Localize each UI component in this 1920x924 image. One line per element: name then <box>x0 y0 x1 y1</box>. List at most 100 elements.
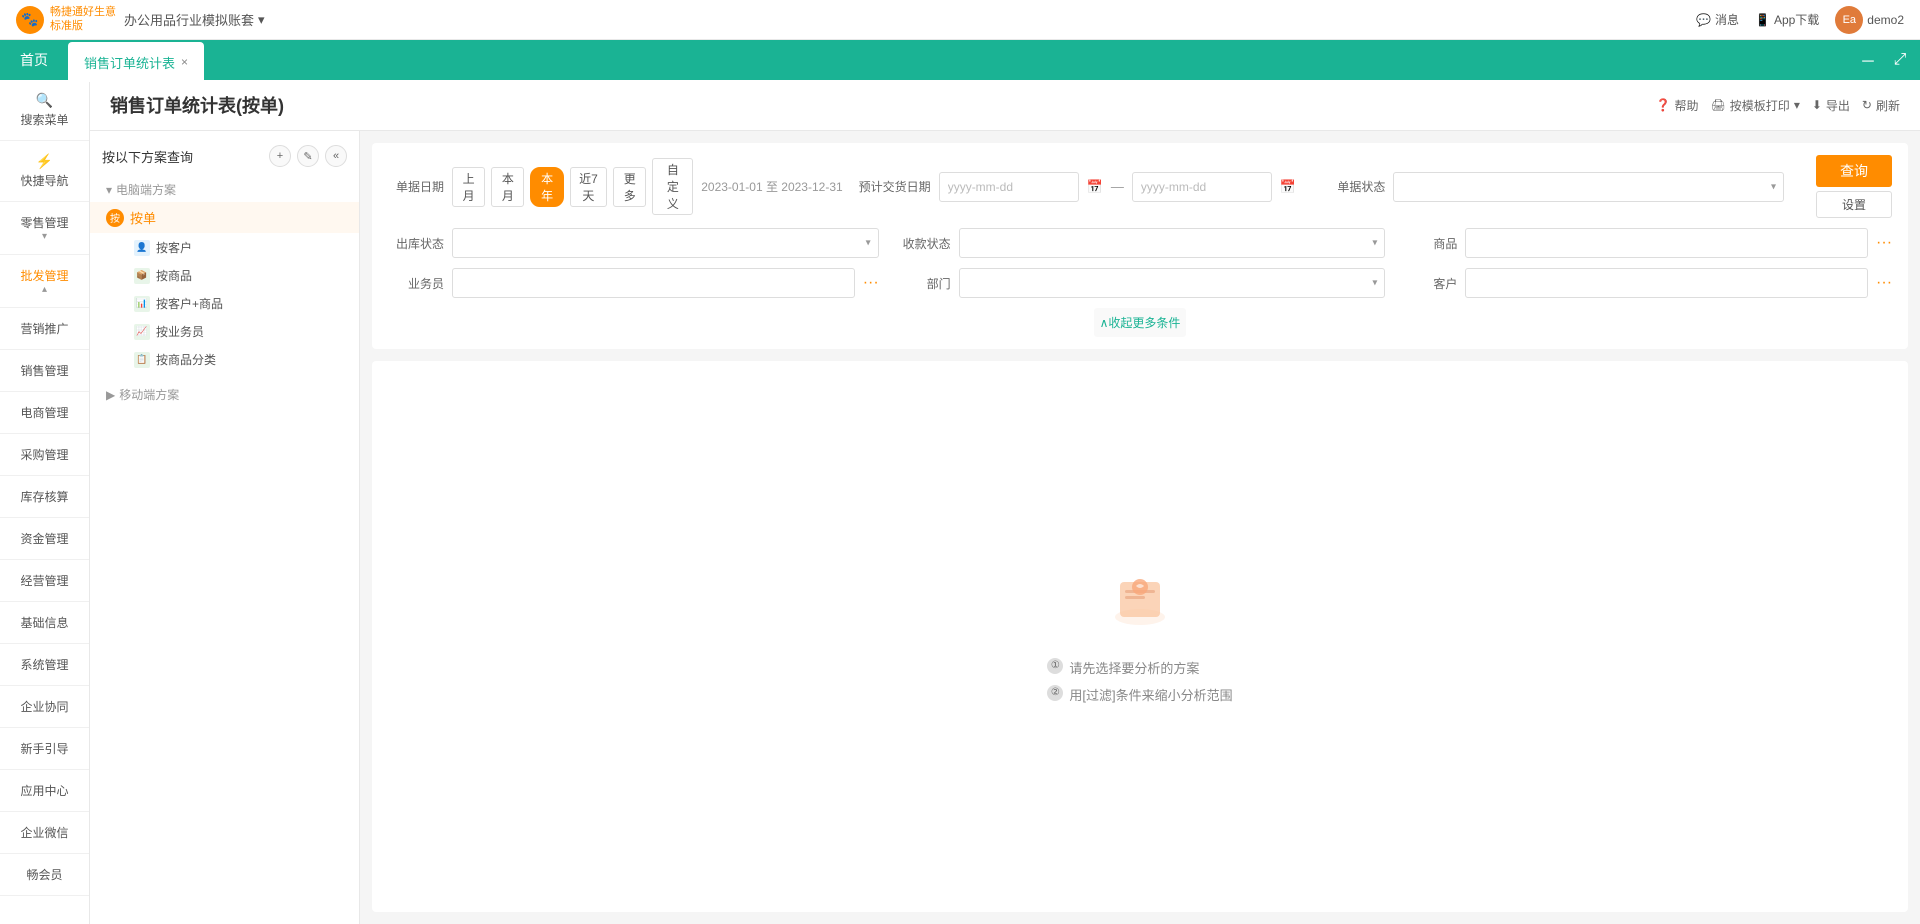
sidebar-item-ecommerce[interactable]: 电商管理 <box>0 392 89 434</box>
sidebar-item-enterprise-wechat[interactable]: 企业微信 <box>0 812 89 854</box>
sidebar-item-inventory[interactable]: 库存核算 <box>0 476 89 518</box>
doc-status-cell: 单据状态 ▾ <box>1329 172 1784 202</box>
sidebar-item-operations[interactable]: 经营管理 <box>0 560 89 602</box>
filter-row-salesperson: 业务员 ··· 部门 ▾ <box>388 268 1892 298</box>
sidebar-item-sales[interactable]: 销售管理 <box>0 350 89 392</box>
mobile-group-header[interactable]: ▶ 移动端方案 <box>90 382 359 407</box>
scheme-by-product[interactable]: 📦 按商品 <box>122 262 359 289</box>
minimize-button[interactable]: － <box>1856 48 1880 72</box>
chevron-down-icon: ▾ <box>258 12 265 28</box>
department-select-wrapper: ▾ <box>959 268 1386 298</box>
sidebar: 🔍 搜索菜单 ⚡ 快捷导航 零售管理 ▾ 批发管理 ▴ 营销推广 销售管理 电商… <box>0 80 90 924</box>
date-label: 单据日期 <box>388 178 444 195</box>
ship-status-cell: 出库状态 ▾ <box>388 228 879 258</box>
calendar-icon-start: 📅 <box>1087 179 1103 195</box>
export-button[interactable]: ⬇ 导出 <box>1812 97 1850 114</box>
scheme-by-customer[interactable]: 👤 按客户 <box>122 234 359 261</box>
tab-sales-order-stats[interactable]: 销售订单统计表 × <box>68 42 204 82</box>
this-month-btn[interactable]: 本月 <box>491 167 524 207</box>
date-separator: — <box>1111 179 1124 194</box>
close-icon[interactable]: × <box>181 55 188 69</box>
tab-home[interactable]: 首页 <box>0 40 68 80</box>
delivery-date-label: 预计交货日期 <box>859 178 931 195</box>
page-title: 销售订单统计表(按单) <box>110 92 284 118</box>
collapse-button[interactable]: ∧ 收起更多条件 <box>1094 308 1187 337</box>
edit-scheme-button[interactable]: ✎ <box>297 145 319 167</box>
query-button[interactable]: 查询 <box>1816 155 1892 187</box>
print-button[interactable]: 🖨 按模板打印 ▾ <box>1711 97 1800 114</box>
sidebar-item-quick-nav[interactable]: ⚡ 快捷导航 <box>0 141 89 202</box>
message-button[interactable]: 💬 消息 <box>1696 11 1739 28</box>
doc-status-select[interactable] <box>1393 172 1784 202</box>
topbar-right: 💬 消息 📱 App下载 Ea demo2 <box>1696 6 1904 34</box>
last-month-btn[interactable]: 上月 <box>452 167 485 207</box>
sidebar-item-purchase[interactable]: 采购管理 <box>0 434 89 476</box>
ship-status-label: 出库状态 <box>388 235 444 252</box>
sidebar-item-search[interactable]: 🔍 搜索菜单 <box>0 80 89 141</box>
scheme-by-salesperson[interactable]: 📈 按业务员 <box>122 318 359 345</box>
salesperson-input[interactable] <box>452 268 855 298</box>
custom-btn[interactable]: 自定义 <box>652 158 693 215</box>
maximize-button[interactable]: ⤢ <box>1888 48 1912 72</box>
customer-cell: 客户 ··· <box>1401 268 1892 298</box>
scheme-by-product-category[interactable]: 📋 按商品分类 <box>122 346 359 373</box>
user-menu[interactable]: Ea demo2 <box>1835 6 1904 34</box>
department-select[interactable] <box>959 268 1386 298</box>
date-range-text: 2023-01-01 至 2023-12-31 <box>701 178 842 195</box>
payment-status-label: 收款状态 <box>895 235 951 252</box>
sidebar-item-app-center[interactable]: 应用中心 <box>0 770 89 812</box>
delivery-date-end[interactable] <box>1132 172 1272 202</box>
filter-row-ship: 出库状态 ▾ 收款状态 <box>388 228 1892 258</box>
more-dots-icon[interactable]: ··· <box>1876 234 1892 252</box>
doc-status-select-wrapper: ▾ <box>1393 172 1784 202</box>
salesperson-more-icon[interactable]: ··· <box>863 274 879 292</box>
sidebar-item-system[interactable]: 系统管理 <box>0 644 89 686</box>
scheme-by-order[interactable]: 按 按单 <box>90 202 359 233</box>
filter-section: 单据日期 上月 本月 本年 近7天 更多 自定义 2023-01-01 至 20… <box>372 143 1908 349</box>
ship-status-select[interactable] <box>452 228 879 258</box>
empty-tip-2: ② 用[过滤]条件来缩小分析范围 <box>1047 685 1232 704</box>
sidebar-item-member[interactable]: 畅会员 <box>0 854 89 896</box>
scheme-by-customer-product[interactable]: 📊 按客户+商品 <box>122 290 359 317</box>
department-label: 部门 <box>895 275 951 292</box>
add-scheme-button[interactable]: + <box>269 145 291 167</box>
message-icon: 💬 <box>1696 13 1711 27</box>
customer-input[interactable] <box>1465 268 1868 298</box>
payment-status-select[interactable] <box>959 228 1386 258</box>
left-panel: 按以下方案查询 + ✎ « ▾ 电脑端方案 按 按单 <box>90 131 360 924</box>
product-label: 商品 <box>1401 235 1457 252</box>
logo-text: 畅捷通好生意 标准版 <box>50 6 116 32</box>
customer-icon: 👤 <box>134 240 150 256</box>
calendar-icon-end: 📅 <box>1280 179 1296 195</box>
chevron-right-icon: ▶ <box>106 388 115 402</box>
customer-more-icon[interactable]: ··· <box>1876 274 1892 292</box>
sidebar-item-base-info[interactable]: 基础信息 <box>0 602 89 644</box>
department-cell: 部门 ▾ <box>895 268 1386 298</box>
product-input[interactable] <box>1465 228 1868 258</box>
help-button[interactable]: ❓ 帮助 <box>1656 97 1699 114</box>
this-year-btn[interactable]: 本年 <box>530 167 563 207</box>
logo-icon: 🐾 <box>16 6 44 34</box>
sidebar-item-retail[interactable]: 零售管理 ▾ <box>0 202 89 255</box>
collapse-panel-button[interactable]: « <box>325 145 347 167</box>
delivery-date-start[interactable] <box>939 172 1079 202</box>
empty-illustration <box>1100 562 1180 642</box>
topbar: 🐾 畅捷通好生意 标准版 办公用品行业模拟账套 ▾ 💬 消息 📱 App下载 E… <box>0 0 1920 40</box>
app-download-button[interactable]: 📱 App下载 <box>1755 11 1819 28</box>
sidebar-item-marketing[interactable]: 营销推广 <box>0 308 89 350</box>
left-panel-icons: + ✎ « <box>269 145 347 167</box>
refresh-icon: ↻ <box>1862 98 1872 112</box>
last-7-days-btn[interactable]: 近7天 <box>570 167 607 207</box>
sidebar-item-finance[interactable]: 资金管理 <box>0 518 89 560</box>
sidebar-item-enterprise[interactable]: 企业协同 <box>0 686 89 728</box>
app-selector[interactable]: 办公用品行业模拟账套 ▾ <box>124 10 265 29</box>
sidebar-item-wholesale[interactable]: 批发管理 ▴ <box>0 255 89 308</box>
page-actions: ❓ 帮助 🖨 按模板打印 ▾ ⬇ 导出 ↻ 刷新 <box>1656 97 1900 114</box>
empty-state: ① 请先选择要分析的方案 ② 用[过滤]条件来缩小分析范围 <box>372 361 1908 912</box>
more-btn[interactable]: 更多 <box>613 167 646 207</box>
sidebar-item-new-guide[interactable]: 新手引导 <box>0 728 89 770</box>
pc-group-header[interactable]: ▾ 电脑端方案 <box>90 177 359 202</box>
refresh-button[interactable]: ↻ 刷新 <box>1862 97 1900 114</box>
customer-label: 客户 <box>1401 275 1457 292</box>
setting-button[interactable]: 设置 <box>1816 191 1892 218</box>
